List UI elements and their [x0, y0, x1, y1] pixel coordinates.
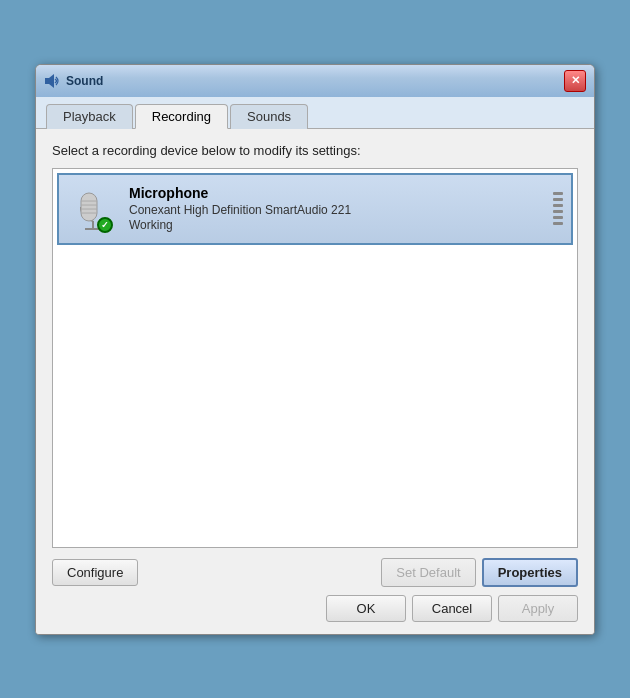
tab-playback[interactable]: Playback — [46, 104, 133, 129]
sound-icon — [44, 73, 60, 89]
device-item-microphone[interactable]: Microphone Conexant High Definition Smar… — [57, 173, 573, 245]
device-description: Conexant High Definition SmartAudio 221 — [129, 203, 547, 217]
configure-button[interactable]: Configure — [52, 559, 138, 586]
status-indicator — [97, 217, 113, 233]
device-list[interactable]: Microphone Conexant High Definition Smar… — [52, 168, 578, 548]
svg-rect-4 — [81, 193, 97, 221]
title-bar: Sound ✕ — [36, 65, 594, 97]
svg-marker-1 — [49, 74, 54, 88]
device-name: Microphone — [129, 185, 547, 201]
scroll-bars — [553, 192, 563, 225]
tab-content: Select a recording device below to modif… — [36, 129, 594, 634]
button-row-2: OK Cancel Apply — [52, 595, 578, 622]
tab-sounds[interactable]: Sounds — [230, 104, 308, 129]
svg-rect-0 — [45, 78, 49, 84]
title-bar-left: Sound — [44, 73, 103, 89]
set-default-button[interactable]: Set Default — [381, 558, 475, 587]
properties-button[interactable]: Properties — [482, 558, 578, 587]
sound-dialog: Sound ✕ Playback Recording Sounds Select… — [35, 64, 595, 635]
window-title: Sound — [66, 74, 103, 88]
apply-button[interactable]: Apply — [498, 595, 578, 622]
cancel-button[interactable]: Cancel — [412, 595, 492, 622]
microphone-icon — [67, 183, 119, 235]
right-buttons: Set Default Properties — [381, 558, 578, 587]
device-status: Working — [129, 218, 547, 232]
device-info: Microphone Conexant High Definition Smar… — [129, 185, 547, 232]
ok-button[interactable]: OK — [326, 595, 406, 622]
close-button[interactable]: ✕ — [564, 70, 586, 92]
tab-recording[interactable]: Recording — [135, 104, 228, 129]
instruction-text: Select a recording device below to modif… — [52, 143, 578, 158]
tab-bar: Playback Recording Sounds — [36, 97, 594, 129]
button-row-1: Configure Set Default Properties — [52, 558, 578, 587]
